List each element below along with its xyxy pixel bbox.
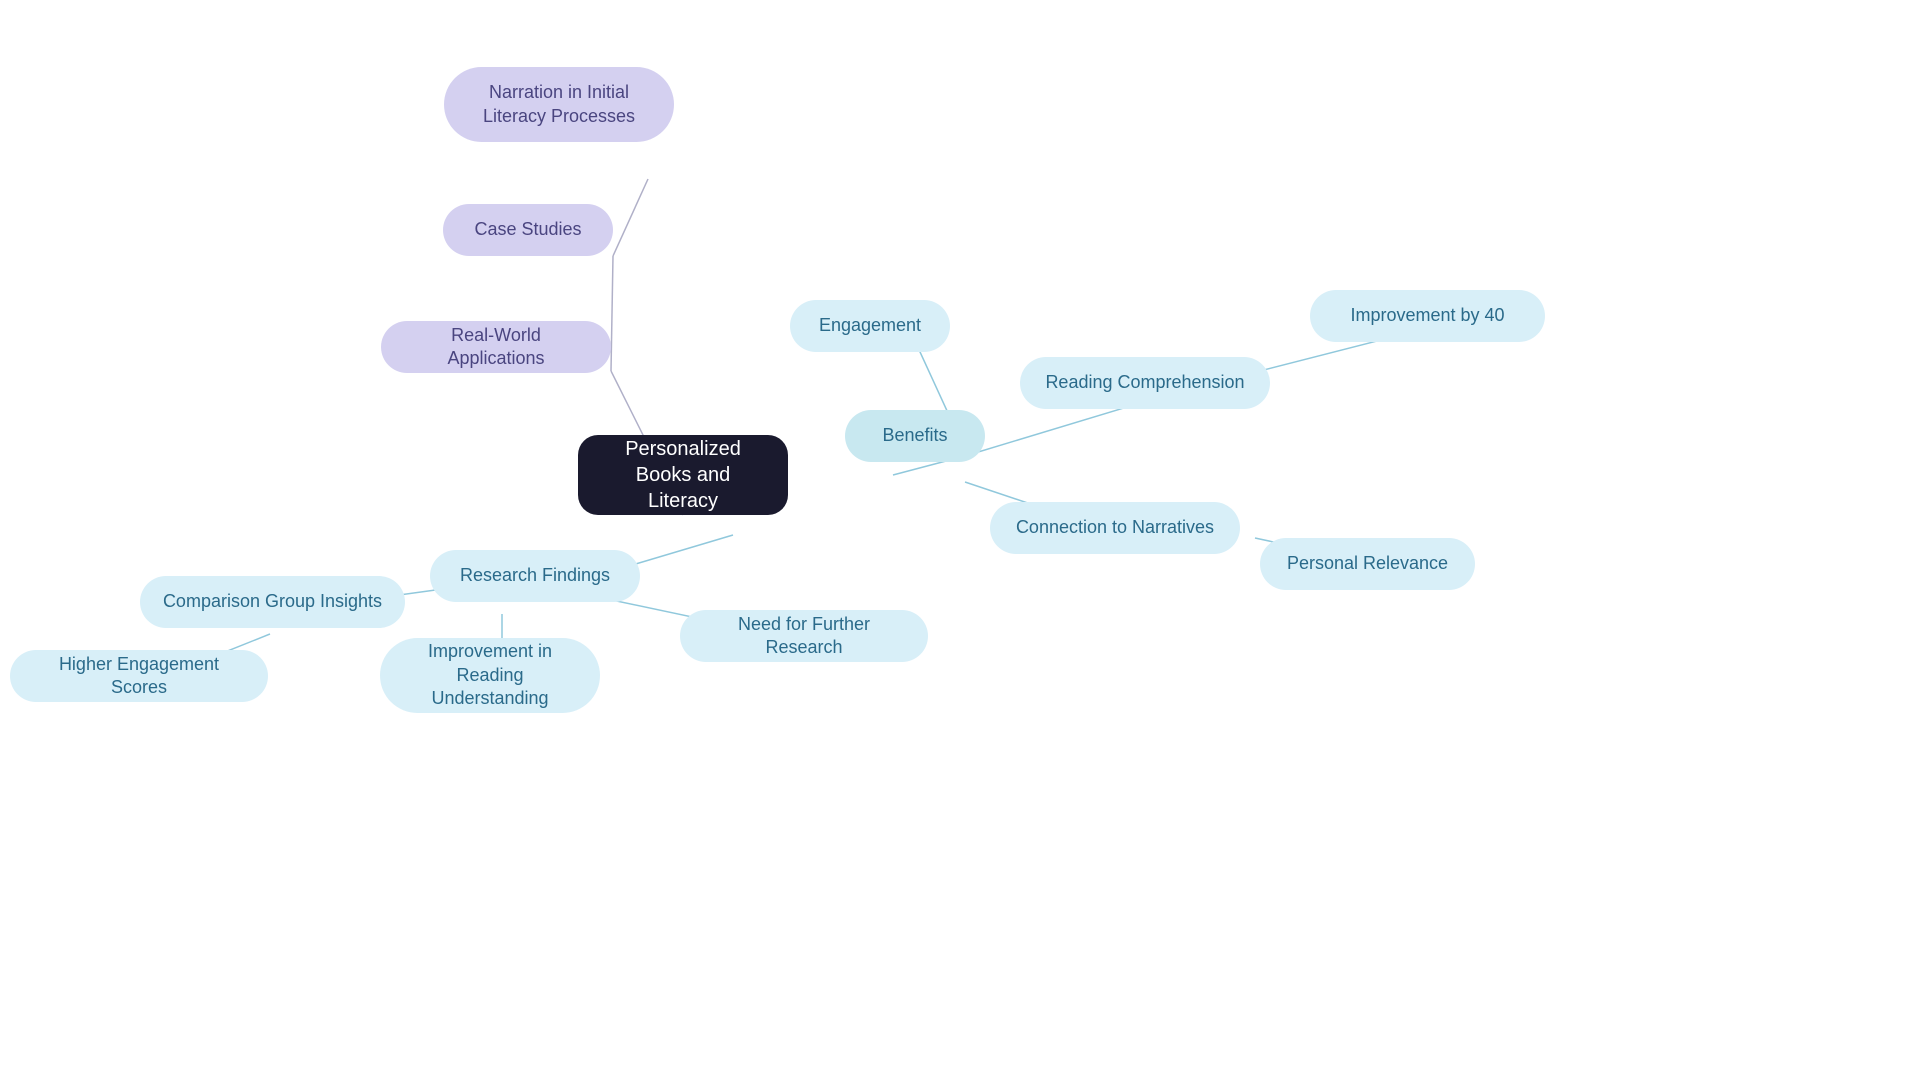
mind-map: Personalized Books and Literacy Narratio… bbox=[0, 0, 1920, 1083]
connection-narratives-node: Connection to Narratives bbox=[990, 502, 1240, 554]
comparison-group-node: Comparison Group Insights bbox=[140, 576, 405, 628]
personal-relevance-node: Personal Relevance bbox=[1260, 538, 1475, 590]
engagement-node: Engagement bbox=[790, 300, 950, 352]
real-world-node: Real-World Applications bbox=[381, 321, 611, 373]
connections-svg bbox=[0, 0, 1920, 1083]
reading-comprehension-node: Reading Comprehension bbox=[1020, 357, 1270, 409]
need-research-node: Need for Further Research bbox=[680, 610, 928, 662]
higher-engagement-node: Higher Engagement Scores bbox=[10, 650, 268, 702]
improvement-by-40-node: Improvement by 40 bbox=[1310, 290, 1545, 342]
improvement-reading-node: Improvement in Reading Understanding bbox=[380, 638, 600, 713]
research-findings-node: Research Findings bbox=[430, 550, 640, 602]
narration-node: Narration in Initial Literacy Processes bbox=[444, 67, 674, 142]
case-studies-node: Case Studies bbox=[443, 204, 613, 256]
benefits-node: Benefits bbox=[845, 410, 985, 462]
center-node: Personalized Books and Literacy bbox=[578, 435, 788, 515]
